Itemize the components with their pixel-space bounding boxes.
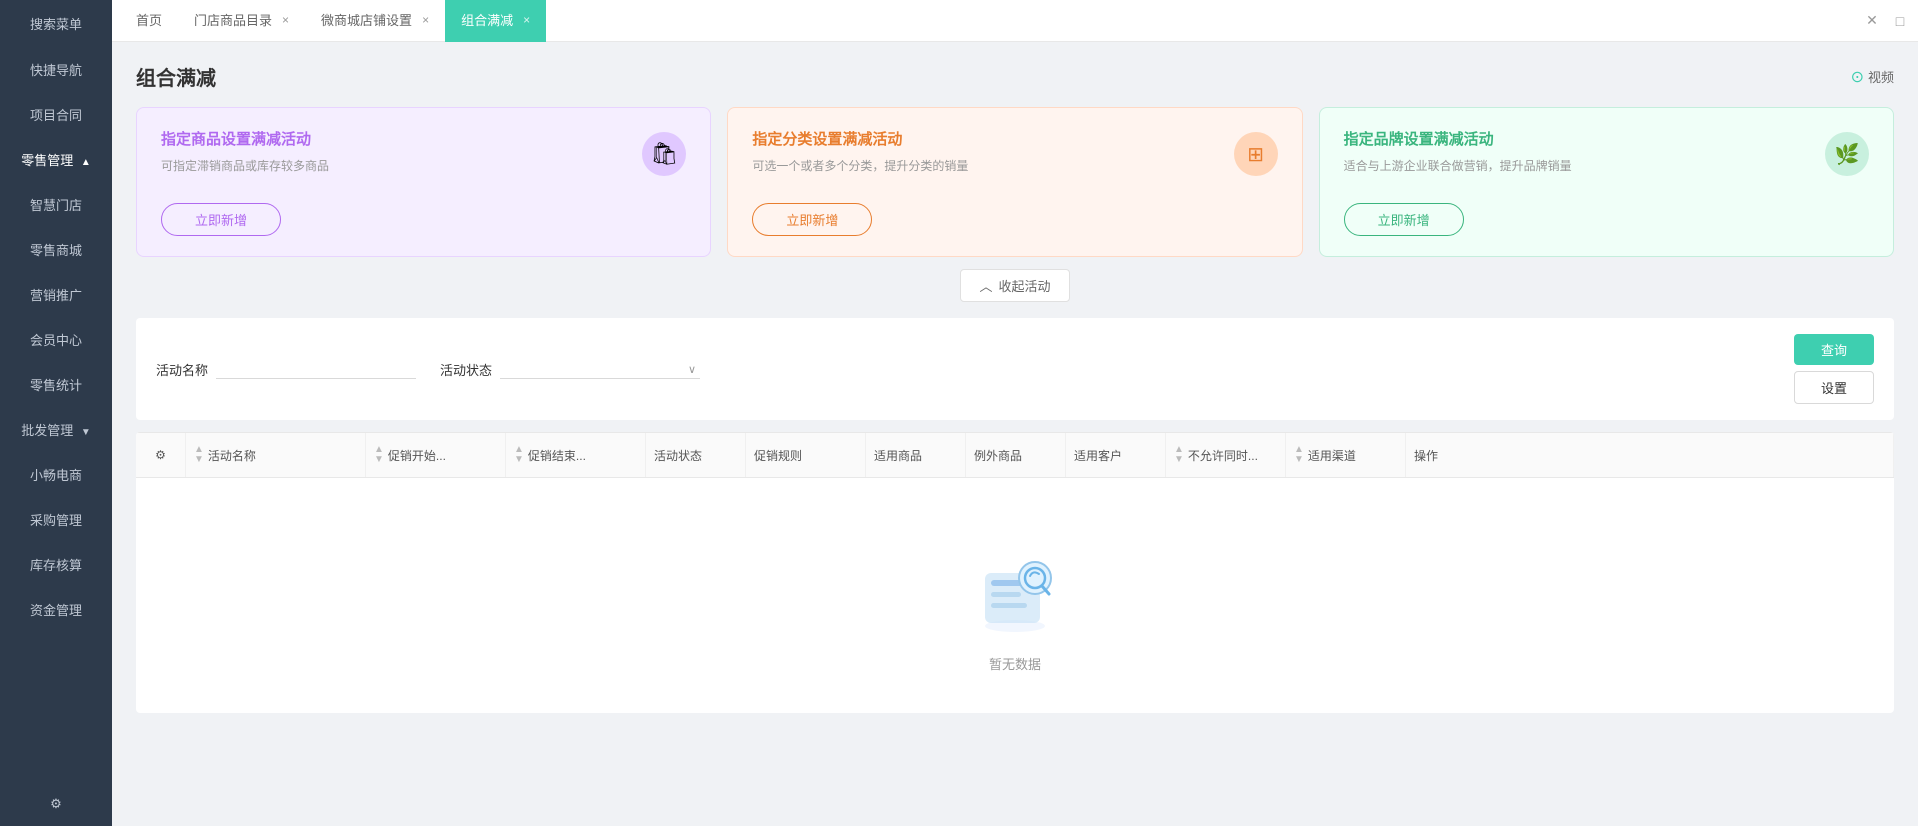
sidebar: 搜索菜单 快捷导航 项目合同 零售管理 ▲ 智慧门店 零售商城 营销推广 会员中… (0, 0, 112, 826)
th-applicable-goods: 适用商品 (866, 433, 966, 477)
search-bar: 活动名称 活动状态 ∨ 查询 设置 (136, 318, 1894, 420)
sidebar-settings-icon[interactable]: ⚙ (0, 782, 112, 826)
tab-mini-store-settings[interactable]: 微商城店铺设置 × (305, 0, 445, 42)
sidebar-item-capital-management[interactable]: 资金管理 (0, 587, 112, 632)
th-applicable-customer: 适用客户 (1066, 433, 1166, 477)
th-promo-end[interactable]: ▲▼ 促销结束... (506, 433, 646, 477)
play-icon: ⊙ (1851, 67, 1864, 87)
window-close-button[interactable]: ✕ (1862, 11, 1882, 31)
collapse-button[interactable]: ︿ 收起活动 (960, 269, 1069, 302)
collapse-bar: ︿ 收起活动 (136, 269, 1894, 302)
activity-status-select[interactable] (500, 359, 700, 379)
sidebar-item-purchase-management[interactable]: 采购管理 (0, 497, 112, 542)
sidebar-item-retail-mall[interactable]: 零售商城 (0, 227, 112, 272)
video-link[interactable]: ⊙ 视频 (1851, 67, 1894, 87)
sidebar-item-quick-nav[interactable]: 快捷导航 (0, 47, 112, 92)
sidebar-item-retail-stats[interactable]: 零售统计 (0, 362, 112, 407)
card-category-title: 指定分类设置满减活动 (752, 128, 1277, 149)
tabs-right: ✕ □ (1862, 11, 1910, 31)
table-container: ⚙ ▲▼ 活动名称 ▲▼ 促销开始... ▲▼ 促销结束... 活动状态 (136, 432, 1894, 713)
content-area: 组合满减 ⊙ 视频 🛍 指定商品设置满减活动 可指定滞销商品或库存较多商品 立即… (112, 42, 1918, 826)
page-title: 组合满减 (136, 62, 216, 91)
activity-name-input[interactable] (216, 359, 416, 379)
card-category-icon: ⊞ (1234, 132, 1278, 176)
activity-card-goods: 🛍 指定商品设置满减活动 可指定滞销商品或库存较多商品 立即新增 (136, 107, 711, 257)
th-activity-status: 活动状态 (646, 433, 746, 477)
th-promo-rule: 促销规则 (746, 433, 866, 477)
card-category-add-button[interactable]: 立即新增 (752, 203, 872, 236)
activity-name-label: 活动名称 (156, 360, 208, 379)
tabs-bar: 首页 门店商品目录 × 微商城店铺设置 × 组合满减 × ✕ □ (112, 0, 1918, 42)
retail-management-arrow: ▲ (81, 157, 91, 168)
empty-state: 暂无数据 (136, 478, 1894, 713)
tab-combo-discount-close[interactable]: × (523, 13, 530, 27)
sidebar-item-inventory-accounting[interactable]: 库存核算 (0, 542, 112, 587)
collapse-chevron-icon: ︿ (979, 276, 992, 295)
activity-cards: 🛍 指定商品设置满减活动 可指定滞销商品或库存较多商品 立即新增 ⊞ 指定分类设… (136, 107, 1894, 257)
card-brand-title: 指定品牌设置满减活动 (1344, 128, 1869, 149)
search-actions: 查询 设置 (1794, 334, 1874, 404)
card-category-desc: 可选一个或者多个分类，提升分类的销量 (752, 157, 1277, 176)
empty-text: 暂无数据 (989, 654, 1041, 673)
th-applicable-channel[interactable]: ▲▼ 适用渠道 (1286, 433, 1406, 477)
sort-start-icon: ▲▼ (374, 445, 384, 465)
page-header: 组合满减 ⊙ 视频 (136, 62, 1894, 91)
sidebar-item-retail-management[interactable]: 零售管理 ▲ (0, 137, 112, 182)
th-not-allow-concurrent[interactable]: ▲▼ 不允许同时... (1166, 433, 1286, 477)
sidebar-item-marketing[interactable]: 营销推广 (0, 272, 112, 317)
th-action: 操作 (1406, 433, 1894, 477)
gear-icon: ⚙ (155, 448, 166, 462)
sidebar-item-wholesale-management[interactable]: 批发管理 ▼ (0, 407, 112, 452)
activity-card-category: ⊞ 指定分类设置满减活动 可选一个或者多个分类，提升分类的销量 立即新增 (727, 107, 1302, 257)
tab-combo-discount[interactable]: 组合满减 × (445, 0, 546, 42)
main-area: 首页 门店商品目录 × 微商城店铺设置 × 组合满减 × ✕ □ 组合满减 ⊙ … (112, 0, 1918, 826)
sort-end-icon: ▲▼ (514, 445, 524, 465)
card-goods-icon: 🛍 (642, 132, 686, 176)
card-goods-desc: 可指定滞销商品或库存较多商品 (161, 157, 686, 176)
activity-name-field: 活动名称 (156, 359, 416, 379)
card-goods-add-button[interactable]: 立即新增 (161, 203, 281, 236)
card-brand-icon: 🌿 (1825, 132, 1869, 176)
sidebar-item-member-center[interactable]: 会员中心 (0, 317, 112, 362)
sidebar-search[interactable]: 搜索菜单 (0, 0, 112, 47)
query-button[interactable]: 查询 (1794, 334, 1874, 365)
window-maximize-button[interactable]: □ (1890, 11, 1910, 31)
table-header: ⚙ ▲▼ 活动名称 ▲▼ 促销开始... ▲▼ 促销结束... 活动状态 (136, 432, 1894, 478)
th-promo-start[interactable]: ▲▼ 促销开始... (366, 433, 506, 477)
setting-button[interactable]: 设置 (1794, 371, 1874, 404)
activity-status-select-wrapper: ∨ (500, 359, 700, 379)
tab-home[interactable]: 首页 (120, 0, 178, 42)
tab-mini-store-settings-close[interactable]: × (422, 13, 429, 27)
activity-card-brand: 🌿 指定品牌设置满减活动 适合与上游企业联合做营销，提升品牌销量 立即新增 (1319, 107, 1894, 257)
sidebar-item-smart-store[interactable]: 智慧门店 (0, 182, 112, 227)
tab-store-catalog[interactable]: 门店商品目录 × (178, 0, 305, 42)
th-except-goods: 例外商品 (966, 433, 1066, 477)
card-goods-title: 指定商品设置满减活动 (161, 128, 686, 149)
sort-notallow-icon: ▲▼ (1174, 445, 1184, 465)
sidebar-item-xiaochangec[interactable]: 小畅电商 (0, 452, 112, 497)
wholesale-management-arrow: ▼ (81, 427, 91, 438)
empty-icon (965, 538, 1065, 638)
sort-name-icon: ▲▼ (194, 445, 204, 465)
card-brand-desc: 适合与上游企业联合做营销，提升品牌销量 (1344, 157, 1869, 176)
th-gear[interactable]: ⚙ (136, 433, 186, 477)
sidebar-item-project-contract[interactable]: 项目合同 (0, 92, 112, 137)
th-activity-name[interactable]: ▲▼ 活动名称 (186, 433, 366, 477)
activity-status-field: 活动状态 ∨ (440, 359, 700, 379)
activity-status-label: 活动状态 (440, 360, 492, 379)
card-brand-add-button[interactable]: 立即新增 (1344, 203, 1464, 236)
tab-store-catalog-close[interactable]: × (282, 13, 289, 27)
sort-channel-icon: ▲▼ (1294, 445, 1304, 465)
